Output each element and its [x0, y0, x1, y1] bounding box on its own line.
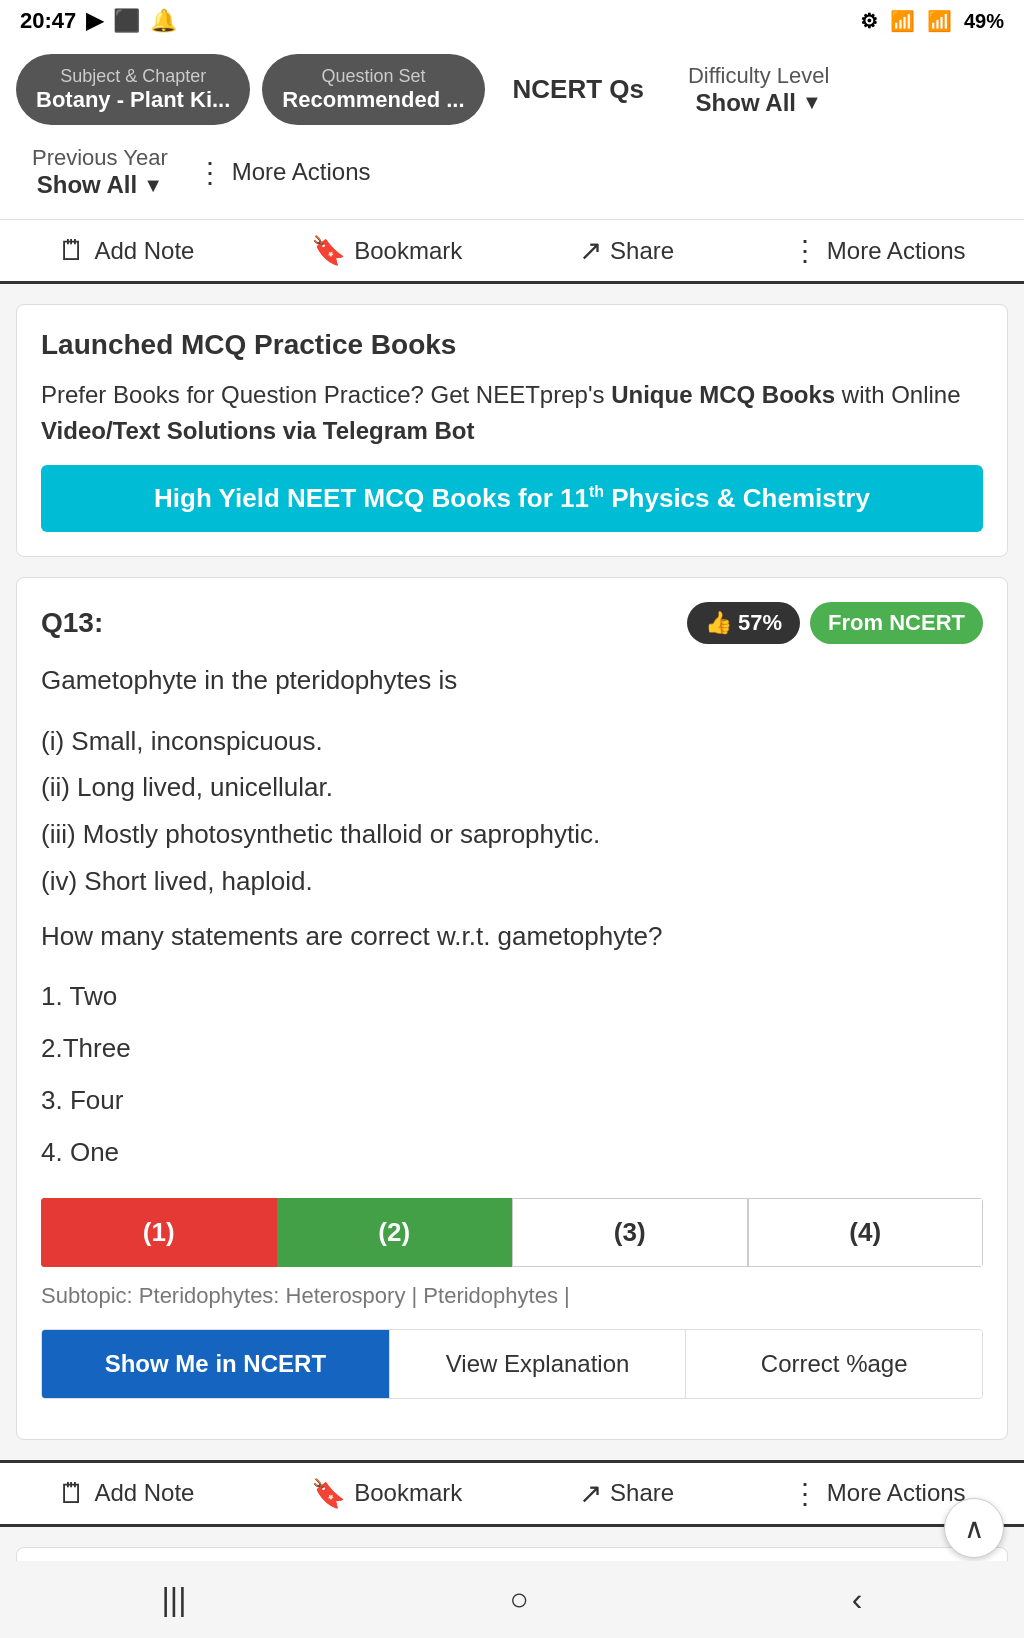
signal-icon: 📶	[927, 9, 952, 33]
top-action-bar: 🗒 Add Note 🔖 Bookmark ↗ Share ⋮ More Act…	[0, 220, 1024, 284]
more-dots-icon: ⋮	[196, 156, 224, 189]
subject-chapter-pill[interactable]: Subject & Chapter Botany - Plant Ki...	[16, 54, 250, 125]
system-nav-bar: ||| ○ ‹	[0, 1561, 1024, 1638]
subject-chapter-value: Botany - Plant Ki...	[36, 87, 230, 113]
top-nav: Subject & Chapter Botany - Plant Ki... Q…	[0, 42, 1024, 220]
bottom-more-actions[interactable]: ⋮ More Actions	[791, 1477, 966, 1510]
prev-year-showall: Show All ▼	[37, 171, 163, 199]
difficulty-filter[interactable]: Difficulty Level Show All ▼	[672, 55, 845, 125]
status-bar: 20:47 ▶ ⬛ 🔔 ⚙ 📶 📶 49%	[0, 0, 1024, 42]
add-note-icon: 🗒	[58, 234, 86, 267]
statement-2: (ii) Long lived, unicellular.	[41, 764, 983, 811]
option-4[interactable]: 4. One	[41, 1126, 983, 1178]
bottom-more-actions-label: More Actions	[827, 1479, 966, 1507]
more-dots-icon-top: ⋮	[791, 234, 819, 267]
bottom-bookmark-label: Bookmark	[354, 1479, 462, 1507]
prev-year-title: Previous Year	[32, 145, 168, 171]
promo-text-1: Prefer Books for Question Practice? Get …	[41, 377, 983, 449]
ncert-badge: From NCERT	[810, 602, 983, 644]
bluetooth-icon: ⚙	[860, 9, 878, 33]
wifi-icon: 📶	[890, 9, 915, 33]
bottom-share[interactable]: ↗ Share	[579, 1477, 674, 1510]
add-note-label: Add Note	[94, 237, 194, 265]
add-note-action[interactable]: 🗒 Add Note	[58, 234, 194, 267]
home-nav-button[interactable]: ○	[509, 1581, 528, 1618]
bottom-share-icon: ↗	[579, 1477, 602, 1510]
promo-card-title-1: Launched MCQ Practice Books	[41, 329, 983, 361]
answer-option-4[interactable]: (4)	[748, 1198, 984, 1267]
previous-year-filter[interactable]: Previous Year Show All ▼	[16, 137, 184, 207]
question-13-header: Q13: 👍 57% From NCERT	[41, 602, 983, 644]
status-right: ⚙ 📶 📶 49%	[860, 9, 1004, 33]
scroll-to-top-button[interactable]: ∧	[944, 1498, 1004, 1558]
statement-4: (iv) Short lived, haploid.	[41, 858, 983, 905]
options-list: 1. Two 2.Three 3. Four 4. One	[41, 970, 983, 1178]
question-13-badges: 👍 57% From NCERT	[687, 602, 983, 644]
question-13-card: Q13: 👍 57% From NCERT Gametophyte in the…	[16, 577, 1008, 1440]
battery-display: 49%	[964, 10, 1004, 33]
subtopic-text: Subtopic: Pteridophytes: Heterospory | P…	[41, 1283, 983, 1309]
option-1[interactable]: 1. Two	[41, 970, 983, 1022]
bottom-add-note-label: Add Note	[94, 1479, 194, 1507]
difficulty-chevron-icon: ▼	[802, 91, 822, 114]
bookmark-icon: 🔖	[311, 234, 346, 267]
youtube-icon: ▶	[86, 8, 103, 34]
promo-card-1: Launched MCQ Practice Books Prefer Books…	[16, 304, 1008, 557]
bookmark-action[interactable]: 🔖 Bookmark	[311, 234, 462, 267]
share-action[interactable]: ↗ Share	[579, 234, 674, 267]
bottom-add-note-icon: 🗒	[58, 1477, 86, 1510]
question-set-label: Question Set	[321, 66, 425, 87]
statement-list: (i) Small, inconspicuous. (ii) Long live…	[41, 718, 983, 905]
share-label: Share	[610, 237, 674, 265]
difficulty-showall: Show All ▼	[696, 89, 822, 117]
answer-option-2[interactable]: (2)	[277, 1198, 513, 1267]
statement-1: (i) Small, inconspicuous.	[41, 718, 983, 765]
thumbs-up-icon: 👍	[705, 610, 732, 636]
bottom-add-note[interactable]: 🗒 Add Note	[58, 1477, 194, 1510]
answer-option-1[interactable]: (1)	[41, 1198, 277, 1267]
like-percent-badge: 👍 57%	[687, 602, 800, 644]
chevron-up-icon: ∧	[964, 1512, 985, 1545]
subject-chapter-label: Subject & Chapter	[60, 66, 206, 87]
bottom-share-label: Share	[610, 1479, 674, 1507]
top-more-actions[interactable]: ⋮ More Actions	[196, 156, 371, 189]
question-set-pill[interactable]: Question Set Recommended ...	[262, 54, 484, 125]
prev-year-chevron-icon: ▼	[143, 174, 163, 197]
time-display: 20:47	[20, 8, 76, 34]
question-13-text: Gametophyte in the pteridophytes is	[41, 660, 983, 702]
show-me-ncert-button[interactable]: Show Me in NCERT	[42, 1330, 389, 1398]
status-left: 20:47 ▶ ⬛ 🔔	[20, 8, 177, 34]
question-13-num: Q13:	[41, 607, 103, 639]
answer-bar: (1) (2) (3) (4)	[41, 1198, 983, 1267]
option-3[interactable]: 3. Four	[41, 1074, 983, 1126]
share-icon: ↗	[579, 234, 602, 267]
how-many-text: How many statements are correct w.r.t. g…	[41, 921, 983, 952]
ncert-button[interactable]: NCERT Qs	[497, 62, 660, 117]
back-nav-button[interactable]: ‹	[852, 1581, 863, 1618]
cta-button-1[interactable]: High Yield NEET MCQ Books for 11th Physi…	[41, 465, 983, 532]
question-set-value: Recommended ...	[282, 87, 464, 113]
more-actions-label-top: More Actions	[827, 237, 966, 265]
bottom-action-bar-q13: 🗒 Add Note 🔖 Bookmark ↗ Share ⋮ More Act…	[0, 1460, 1024, 1527]
bottom-more-dots-icon: ⋮	[791, 1477, 819, 1510]
view-explanation-button[interactable]: View Explanation	[389, 1330, 686, 1398]
question-action-row: Show Me in NCERT View Explanation Correc…	[41, 1329, 983, 1399]
difficulty-title: Difficulty Level	[688, 63, 829, 89]
correct-percentage-button[interactable]: Correct %age	[685, 1330, 982, 1398]
statement-3: (iii) Mostly photosynthetic thalloid or …	[41, 811, 983, 858]
notification-icon: 🔔	[150, 8, 177, 34]
record-icon: ⬛	[113, 8, 140, 34]
bottom-bookmark[interactable]: 🔖 Bookmark	[311, 1477, 462, 1510]
more-actions-top[interactable]: ⋮ More Actions	[791, 234, 966, 267]
bottom-bookmark-icon: 🔖	[311, 1477, 346, 1510]
bookmark-label: Bookmark	[354, 237, 462, 265]
option-2[interactable]: 2.Three	[41, 1022, 983, 1074]
answer-option-3[interactable]: (3)	[512, 1198, 748, 1267]
recents-nav-button[interactable]: |||	[162, 1581, 187, 1618]
